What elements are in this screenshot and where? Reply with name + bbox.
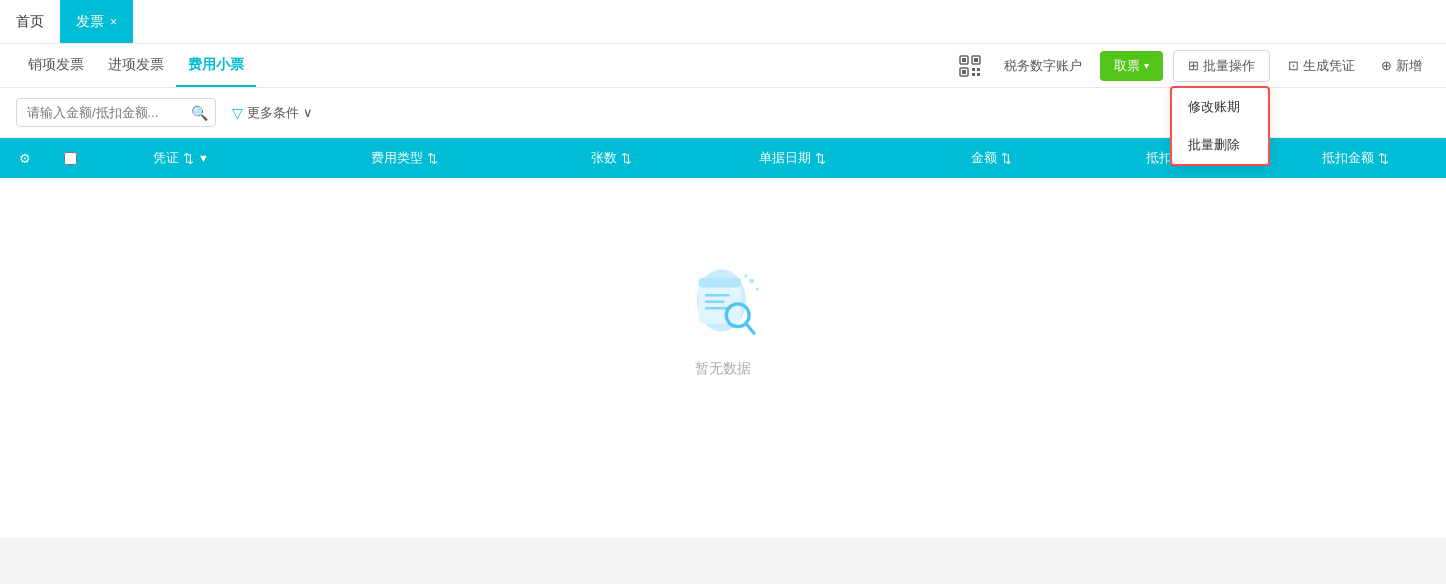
sub-tabs-right: 税务数字账户 取票 ▾ ⊞ 批量操作 修改账期 批量删除 ⊡ 生成凭证 (954, 50, 1430, 82)
th-count[interactable]: 张数 ⇅ (537, 138, 686, 178)
main-content: ⚙ 凭证 ⇅ ▼ 费用类型 ⇅ 张数 ⇅ 单据日期 ⇅ 金额 ⇅ 抵扣率 ⇅ (0, 138, 1446, 538)
take-ticket-button[interactable]: 取票 ▾ (1100, 51, 1163, 81)
invoice-tab-label: 发票 (76, 13, 104, 31)
batch-dropdown-menu: 修改账期 批量删除 (1170, 86, 1270, 166)
batch-delete-label: 批量删除 (1188, 137, 1240, 152)
th-voucher[interactable]: 凭证 ⇅ ▼ (90, 138, 272, 178)
th-expense-type[interactable]: 费用类型 ⇅ (272, 138, 537, 178)
th-count-sort: ⇅ (621, 151, 632, 166)
th-amount[interactable]: 金额 ⇅ (900, 138, 1082, 178)
add-button[interactable]: ⊕ 新增 (1373, 57, 1430, 75)
batch-icon: ⊞ (1188, 58, 1199, 73)
svg-rect-6 (972, 68, 975, 71)
top-nav: 首页 发票 × (0, 0, 1446, 44)
invoice-tab[interactable]: 发票 × (60, 0, 133, 43)
svg-rect-13 (705, 294, 730, 296)
filter-label: 更多条件 (247, 104, 299, 122)
th-deduct-label: 抵扣金额 (1322, 149, 1374, 167)
svg-rect-14 (705, 301, 725, 303)
add-label: 新增 (1396, 57, 1422, 75)
search-input[interactable] (16, 98, 216, 127)
funnel-icon: ▽ (232, 105, 243, 121)
filter-arrow: ∨ (303, 105, 313, 120)
svg-line-17 (746, 323, 754, 333)
settings-icon: ⚙ (19, 151, 31, 166)
svg-rect-3 (974, 58, 978, 62)
batch-operation-button[interactable]: ⊞ 批量操作 (1173, 50, 1270, 82)
th-date-sort: ⇅ (815, 151, 826, 166)
th-date-label: 单据日期 (759, 149, 811, 167)
th-count-label: 张数 (591, 149, 617, 167)
th-date[interactable]: 单据日期 ⇅ (685, 138, 900, 178)
sub-tabs-left: 销项发票 进项发票 费用小票 (16, 44, 256, 87)
modify-period-item[interactable]: 修改账期 (1172, 88, 1268, 126)
qr-button[interactable] (954, 50, 986, 82)
tab-purchase[interactable]: 进项发票 (96, 44, 176, 87)
take-ticket-arrow: ▾ (1144, 60, 1149, 71)
svg-rect-7 (977, 68, 980, 71)
generate-voucher-label: 生成凭证 (1303, 57, 1355, 75)
batch-dropdown-wrapper: ⊞ 批量操作 修改账期 批量删除 (1173, 50, 1270, 82)
filter-button[interactable]: ▽ 更多条件 ∨ (232, 104, 313, 122)
search-input-wrapper: 🔍 (16, 98, 216, 127)
empty-text: 暂无数据 (695, 360, 751, 378)
tax-account-label: 税务数字账户 (1004, 58, 1082, 73)
svg-point-20 (744, 274, 747, 277)
empty-state: 暂无数据 (0, 178, 1446, 418)
qr-icon (959, 55, 981, 77)
th-expense-type-sort: ⇅ (427, 151, 438, 166)
th-amount-sort: ⇅ (1001, 151, 1012, 166)
th-expense-type-label: 费用类型 (371, 149, 423, 167)
home-tab[interactable]: 首页 (0, 0, 60, 43)
svg-rect-5 (962, 70, 966, 74)
take-ticket-label: 取票 (1114, 57, 1140, 75)
tab-sales-label: 销项发票 (28, 56, 84, 74)
tab-sales[interactable]: 销项发票 (16, 44, 96, 87)
tax-account-button[interactable]: 税务数字账户 (996, 57, 1090, 75)
invoice-tab-close[interactable]: × (110, 15, 117, 29)
batch-delete-item[interactable]: 批量删除 (1172, 126, 1268, 164)
svg-point-19 (756, 287, 759, 290)
th-settings[interactable]: ⚙ (0, 138, 50, 178)
th-voucher-sort: ⇅ (183, 151, 194, 166)
tab-expense[interactable]: 费用小票 (176, 44, 256, 87)
modify-period-label: 修改账期 (1188, 99, 1240, 114)
svg-rect-8 (972, 73, 975, 76)
home-label: 首页 (16, 13, 44, 31)
empty-illustration (673, 258, 773, 348)
generate-icon: ⊡ (1288, 58, 1299, 73)
svg-rect-12 (698, 278, 741, 288)
tab-purchase-label: 进项发票 (108, 56, 164, 74)
th-amount-label: 金额 (971, 149, 997, 167)
add-icon: ⊕ (1381, 58, 1392, 73)
svg-rect-15 (705, 307, 728, 309)
svg-rect-9 (977, 73, 980, 76)
search-icon[interactable]: 🔍 (191, 105, 208, 121)
th-checkbox[interactable] (50, 138, 90, 178)
select-all-checkbox[interactable] (64, 152, 77, 165)
svg-point-18 (749, 278, 754, 283)
tab-expense-label: 费用小票 (188, 56, 244, 74)
sub-tabs-bar: 销项发票 进项发票 费用小票 税务数字账户 (0, 44, 1446, 88)
batch-operation-label: 批量操作 (1203, 57, 1255, 75)
th-deduct[interactable]: 抵扣金额 ⇅ (1264, 138, 1446, 178)
th-voucher-filter-icon: ▼ (198, 152, 209, 164)
th-deduct-sort: ⇅ (1378, 151, 1389, 166)
svg-rect-1 (962, 58, 966, 62)
th-voucher-label: 凭证 (153, 149, 179, 167)
generate-voucher-button[interactable]: ⊡ 生成凭证 (1280, 57, 1363, 75)
